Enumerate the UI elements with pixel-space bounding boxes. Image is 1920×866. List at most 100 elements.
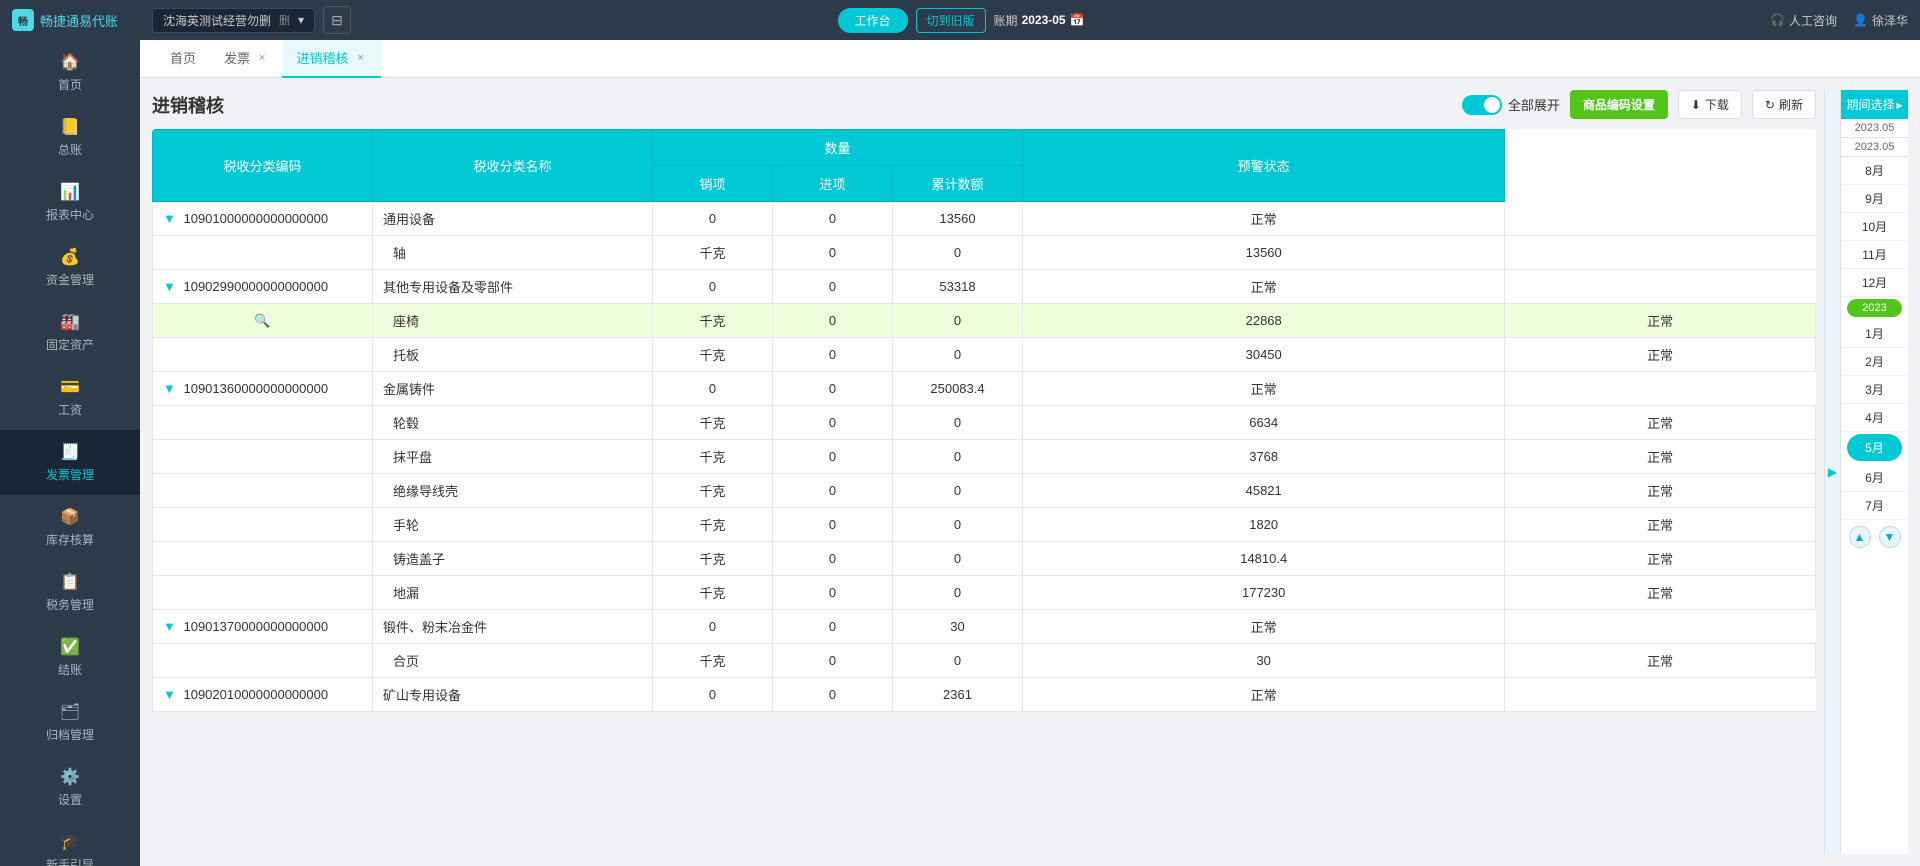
period-month-7[interactable]: 7月 [1841,492,1908,520]
total-cell: 3768 [1023,440,1505,474]
status-cell: 正常 [1505,644,1816,678]
sidebar-item-assets[interactable]: 🏭 固定资产 [0,300,140,365]
sidebar-item-guide[interactable]: 🎓 新手引导 [0,820,140,866]
product-code-button[interactable]: 商品编码设置 [1570,90,1668,119]
sidebar-item-invoice[interactable]: 🧾 发票管理 [0,430,140,495]
user-menu[interactable]: 👤 徐泽华 [1853,12,1908,29]
th-purchase: 进项 [773,166,893,202]
collapse-icon[interactable]: ▼ [163,687,176,702]
unit-cell: 千克 [653,338,773,372]
period-month-10[interactable]: 10月 [1841,213,1908,241]
total-cell: 14810.4 [1023,542,1505,576]
tab-home[interactable]: 首页 [156,40,210,78]
tax-code-cell: ▼ 10901000000000000000 [153,202,373,236]
sales-cell: 0 [773,440,893,474]
download-icon: ⬇ [1691,98,1701,112]
total-cell: 53318 [893,270,1023,304]
period-month-6[interactable]: 6月 [1841,464,1908,492]
total-cell: 30 [893,610,1023,644]
logo-icon: 畅 [12,9,34,31]
collapse-icon[interactable]: ▼ [163,279,176,294]
guide-icon: 🎓 [60,832,80,852]
period-year-badge: 2023 [1847,299,1902,318]
period-month-3[interactable]: 3月 [1841,376,1908,404]
sidebar-item-home[interactable]: 🏠 首页 [0,40,140,105]
sidebar-item-tax[interactable]: 📋 税务管理 [0,560,140,625]
expand-toggle-wrap: 全部展开 [1462,95,1560,115]
download-button[interactable]: ⬇ 下载 [1678,90,1742,119]
sidebar-item-reports[interactable]: 📊 报表中心 [0,170,140,235]
period-month-5[interactable]: 5月 [1847,434,1902,462]
tax-code-cell [153,236,373,270]
period-month-9[interactable]: 9月 [1841,185,1908,213]
period-month-1[interactable]: 1月 [1841,320,1908,348]
period-month-11[interactable]: 11月 [1841,241,1908,269]
sidebar-item-salary[interactable]: 💳 工资 [0,365,140,430]
tax-code-cell: ▼ 10901370000000000000 [153,610,373,644]
purchase-cell: 0 [773,678,893,712]
period-month-2[interactable]: 2月 [1841,348,1908,376]
tax-code-cell [153,542,373,576]
unit-cell: 千克 [653,542,773,576]
purchase-cell: 0 [893,542,1023,576]
table-row: 手轮 千克 0 0 1820 正常 [153,508,1816,542]
sidebar-item-archive[interactable]: 🗂 归档管理 [0,690,140,755]
sales-cell: 0 [773,236,893,270]
tax-name-cell: 其他专用设备及零部件 [373,270,653,304]
headset-icon: 🎧 [1770,13,1785,27]
main-table: 税收分类编码 税收分类名称 数量 预警状态 销项 进项 累计数额 [152,129,1816,712]
sales-cell: 0 [773,474,893,508]
table-row: 合页 千克 0 0 30 正常 [153,644,1816,678]
sidebar-label-salary: 工资 [58,401,82,418]
reports-icon: 📊 [60,182,80,202]
calendar-icon[interactable]: 📅 [1070,13,1085,27]
period-month-4[interactable]: 4月 [1841,404,1908,432]
salary-icon: 💳 [60,377,80,397]
tax-code-cell: ▼ 10901360000000000000 [153,372,373,406]
company-settings-icon[interactable]: ⊟ [323,6,351,34]
collapse-icon[interactable]: ▼ [163,211,176,226]
support-button[interactable]: 🎧 人工咨询 [1770,12,1837,29]
sidebar-item-ledger[interactable]: 📒 总账 [0,105,140,170]
purchase-cell: 0 [893,338,1023,372]
th-total: 累计数额 [893,166,1023,202]
tax-code-cell [153,508,373,542]
collapse-icon[interactable]: ▼ [163,619,176,634]
period-nav-up[interactable]: ▲ [1849,526,1871,548]
period-display: 账期 2023-05 📅 [994,12,1085,29]
sidebar-item-funds[interactable]: 💰 资金管理 [0,235,140,300]
tab-reconcile-close[interactable]: × [354,51,366,65]
expand-toggle[interactable] [1462,95,1502,115]
switch-old-button[interactable]: 切到旧版 [916,8,986,33]
tab-invoice-close[interactable]: × [256,51,268,65]
period-month-8[interactable]: 8月 [1841,157,1908,185]
assets-icon: 🏭 [60,312,80,332]
sidebar-label-assets: 固定资产 [46,336,94,353]
refresh-button[interactable]: ↻ 刷新 [1752,90,1816,119]
period-month-12[interactable]: 12月 [1841,269,1908,297]
period-nav-down[interactable]: ▼ [1879,526,1901,548]
panel-collapse-button[interactable]: ▶ [1824,90,1840,854]
sidebar-item-settlement[interactable]: ✅ 结账 [0,625,140,690]
company-selector[interactable]: 沈海英测试经营勿删 删 ▾ [152,8,315,33]
status-cell: 正常 [1023,678,1505,712]
tab-invoice[interactable]: 发票 × [210,40,282,78]
sidebar-label-home: 首页 [58,76,82,93]
workbench-button[interactable]: 工作台 [838,8,908,33]
total-cell: 45821 [1023,474,1505,508]
company-delete-icon[interactable]: 删 [279,12,290,28]
search-icon[interactable]: 🔍 [254,313,270,328]
toggle-knob [1484,97,1500,113]
collapse-icon[interactable]: ▼ [163,381,176,396]
tab-reconcile[interactable]: 进销稽核 × [282,40,380,78]
tax-code-cell: ▼ 10902010000000000000 [153,678,373,712]
status-cell: 正常 [1505,508,1816,542]
th-quantity: 数量 [653,130,1023,166]
company-dropdown-icon[interactable]: ▾ [298,13,304,27]
sidebar-item-settings[interactable]: ⚙️ 设置 [0,755,140,820]
sidebar-item-inventory[interactable]: 📦 库存核算 [0,495,140,560]
period-header[interactable]: 期间选择 ▸ [1841,90,1908,119]
purchase-cell: 0 [773,372,893,406]
invoice-icon: 🧾 [60,442,80,462]
unit-cell: 千克 [653,440,773,474]
